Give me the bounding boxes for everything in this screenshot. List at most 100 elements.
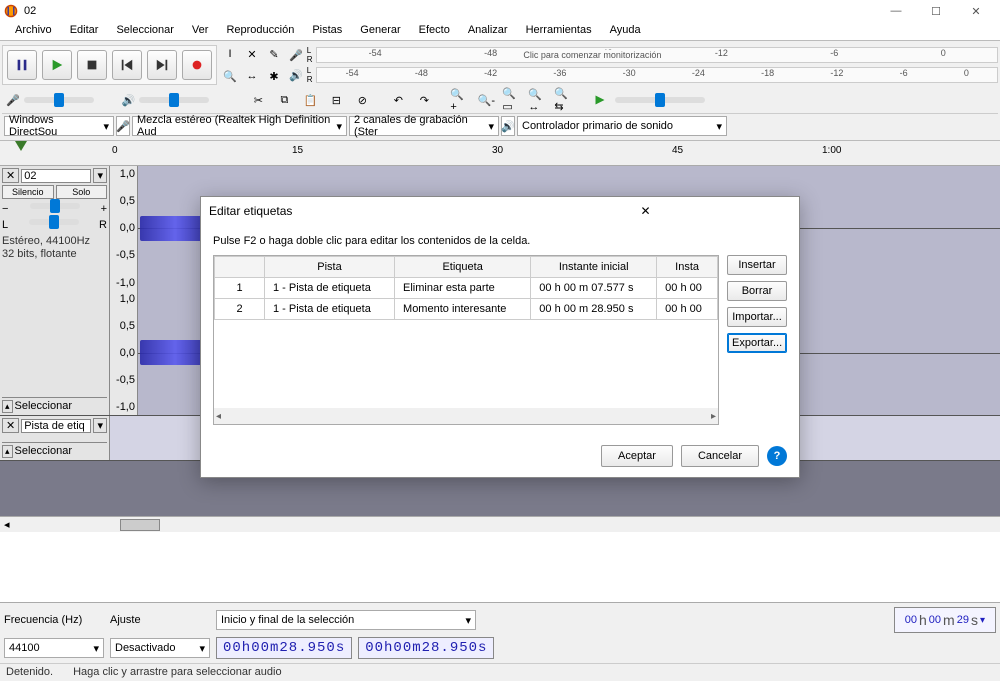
selection-tool-icon[interactable]: I xyxy=(219,43,241,65)
mic-icon: 🎤 xyxy=(289,49,303,62)
label-track-panel[interactable]: ✕Pista de etiq▾ ▴Seleccionar xyxy=(0,416,110,460)
track-control-panel[interactable]: ✕ 02 ▾ Silencio Solo −+ LR Estéreo, 4410… xyxy=(0,166,110,415)
pan-slider[interactable] xyxy=(29,219,79,225)
cut-icon[interactable]: ✂ xyxy=(247,89,269,111)
timeline-ruler[interactable]: 0 15 30 45 1:00 xyxy=(0,141,1000,166)
menu-reproduccion[interactable]: Reproducción xyxy=(217,22,303,40)
menu-archivo[interactable]: Archivo xyxy=(6,22,61,40)
play-at-speed-icon[interactable] xyxy=(589,89,611,111)
labels-table[interactable]: Pista Etiqueta Instante inicial Insta 1 … xyxy=(213,255,719,425)
status-bar: Detenido. Haga clic y arrastre para sele… xyxy=(0,663,1000,681)
project-rate-combo[interactable]: 44100▾ xyxy=(4,638,104,658)
envelope-tool-icon[interactable]: ✕ xyxy=(241,43,263,65)
menu-pistas[interactable]: Pistas xyxy=(303,22,351,40)
skip-start-button[interactable] xyxy=(112,50,142,80)
recording-device-combo[interactable]: Mezcla estéreo (Realtek High Definition … xyxy=(132,116,347,136)
table-hscrollbar[interactable]: ◂▸ xyxy=(214,408,718,424)
menu-seleccionar[interactable]: Seleccionar xyxy=(107,22,182,40)
status-state: Detenido. xyxy=(6,666,53,679)
menu-generar[interactable]: Generar xyxy=(351,22,409,40)
horizontal-scrollbar[interactable]: ◂ xyxy=(0,516,1000,532)
menu-analizar[interactable]: Analizar xyxy=(459,22,517,40)
zoom-toggle-icon[interactable]: 🔍⇆ xyxy=(553,89,575,111)
record-button[interactable] xyxy=(182,50,212,80)
undo-icon[interactable]: ↶ xyxy=(387,89,409,111)
transport-toolbar xyxy=(2,45,217,85)
audio-host-combo[interactable]: Windows DirectSou▾ xyxy=(4,116,114,136)
zoom-in-icon[interactable]: 🔍+ xyxy=(449,89,471,111)
label-track-close-icon[interactable]: ✕ xyxy=(2,418,19,433)
mute-button[interactable]: Silencio xyxy=(2,185,54,199)
menu-herramientas[interactable]: Herramientas xyxy=(517,22,601,40)
help-icon[interactable]: ? xyxy=(767,446,787,466)
menu-ver[interactable]: Ver xyxy=(183,22,218,40)
zoom-out-icon[interactable]: 🔍- xyxy=(475,89,497,111)
record-volume-slider[interactable] xyxy=(24,97,94,103)
pause-button[interactable] xyxy=(7,50,37,80)
selection-start-time[interactable]: 00h00m28.950s xyxy=(216,637,352,659)
track-collapse-icon[interactable]: ▴ xyxy=(2,400,13,413)
playback-device-combo[interactable]: Controlador primario de sonido▾ xyxy=(517,116,727,136)
trim-icon[interactable]: ⊟ xyxy=(325,89,347,111)
delete-button[interactable]: Borrar xyxy=(727,281,787,301)
solo-button[interactable]: Solo xyxy=(56,185,108,199)
stop-button[interactable] xyxy=(77,50,107,80)
snap-label: Ajuste xyxy=(110,614,210,626)
skip-end-button[interactable] xyxy=(147,50,177,80)
minimize-button[interactable]: — xyxy=(876,0,916,22)
maximize-button[interactable]: ☐ xyxy=(916,0,956,22)
audio-position-display[interactable]: 00h 00m 29s▾ xyxy=(894,607,996,633)
status-hint: Haga clic y arrastre para seleccionar au… xyxy=(73,666,282,679)
insert-button[interactable]: Insertar xyxy=(727,255,787,275)
multi-tool-icon[interactable]: ✱ xyxy=(263,65,285,87)
selection-end-time[interactable]: 00h00m28.950s xyxy=(358,637,494,659)
edit-labels-dialog: Editar etiquetas ✕ Pulse F2 o haga doble… xyxy=(200,196,800,478)
track-close-icon[interactable]: ✕ xyxy=(2,168,19,183)
track-menu-icon[interactable]: ▾ xyxy=(93,168,107,183)
playback-meter[interactable]: -54-48-42-36-30-24-18-12-60 xyxy=(316,67,998,83)
recording-channels-combo[interactable]: 2 canales de grabación (Ster▾ xyxy=(349,116,499,136)
app-logo-icon xyxy=(4,4,18,18)
label-track-select-button[interactable]: Seleccionar xyxy=(15,445,72,458)
playback-speed-slider[interactable] xyxy=(615,97,705,103)
close-button[interactable]: ✕ xyxy=(956,0,996,22)
menu-editar[interactable]: Editar xyxy=(61,22,108,40)
draw-tool-icon[interactable]: ✎ xyxy=(263,43,285,65)
table-row[interactable]: 2 1 - Pista de etiqueta Momento interesa… xyxy=(215,299,718,320)
gain-slider[interactable] xyxy=(30,203,80,209)
meter-lr2: LR xyxy=(307,66,313,84)
menu-efecto[interactable]: Efecto xyxy=(410,22,459,40)
paste-icon[interactable]: 📋 xyxy=(299,89,321,111)
speaker-icon: 🔊 xyxy=(289,69,303,82)
zoom-sel-icon[interactable]: 🔍▭ xyxy=(501,89,523,111)
copy-icon[interactable]: ⧉ xyxy=(273,89,295,111)
toolbars: I ✕ ✎ 🔍 ↔ ✱ 🎤 LR -54-48-42 Clic para com… xyxy=(0,40,1000,141)
menubar: Archivo Editar Seleccionar Ver Reproducc… xyxy=(0,22,1000,40)
table-row[interactable]: 1 1 - Pista de etiqueta Eliminar esta pa… xyxy=(215,278,718,299)
track-select-button[interactable]: Seleccionar xyxy=(15,400,72,413)
label-track-name[interactable]: Pista de etiq xyxy=(21,419,91,433)
playback-volume-slider[interactable] xyxy=(139,97,209,103)
playhead-marker-icon[interactable] xyxy=(15,141,27,151)
label-track-menu-icon[interactable]: ▾ xyxy=(93,418,107,433)
record-meter[interactable]: -54-48-42 Clic para comenzar monitorizac… xyxy=(316,47,998,63)
menu-ayuda[interactable]: Ayuda xyxy=(601,22,650,40)
zoom-tool-icon[interactable]: 🔍 xyxy=(219,65,241,87)
play-button[interactable] xyxy=(42,50,72,80)
import-button[interactable]: Importar... xyxy=(727,307,787,327)
timeshift-tool-icon[interactable]: ↔ xyxy=(241,65,263,87)
selection-mode-combo[interactable]: Inicio y final de la selección▾ xyxy=(216,610,476,630)
record-meter-hint[interactable]: Clic para comenzar monitorización xyxy=(521,50,663,60)
zoom-fit-icon[interactable]: 🔍↔ xyxy=(527,89,549,111)
track-name[interactable]: 02 xyxy=(21,169,91,183)
redo-icon[interactable]: ↷ xyxy=(413,89,435,111)
silence-icon[interactable]: ⊘ xyxy=(351,89,373,111)
ok-button[interactable]: Aceptar xyxy=(601,445,673,467)
track-info: Estéreo, 44100Hz32 bits, flotante xyxy=(2,235,107,261)
snap-to-combo[interactable]: Desactivado▾ xyxy=(110,638,210,658)
dialog-close-icon[interactable]: ✕ xyxy=(500,204,791,218)
window-title: 02 xyxy=(24,5,876,17)
export-button[interactable]: Exportar... xyxy=(727,333,787,353)
cancel-button[interactable]: Cancelar xyxy=(681,445,759,467)
label-track-collapse-icon[interactable]: ▴ xyxy=(2,445,13,458)
